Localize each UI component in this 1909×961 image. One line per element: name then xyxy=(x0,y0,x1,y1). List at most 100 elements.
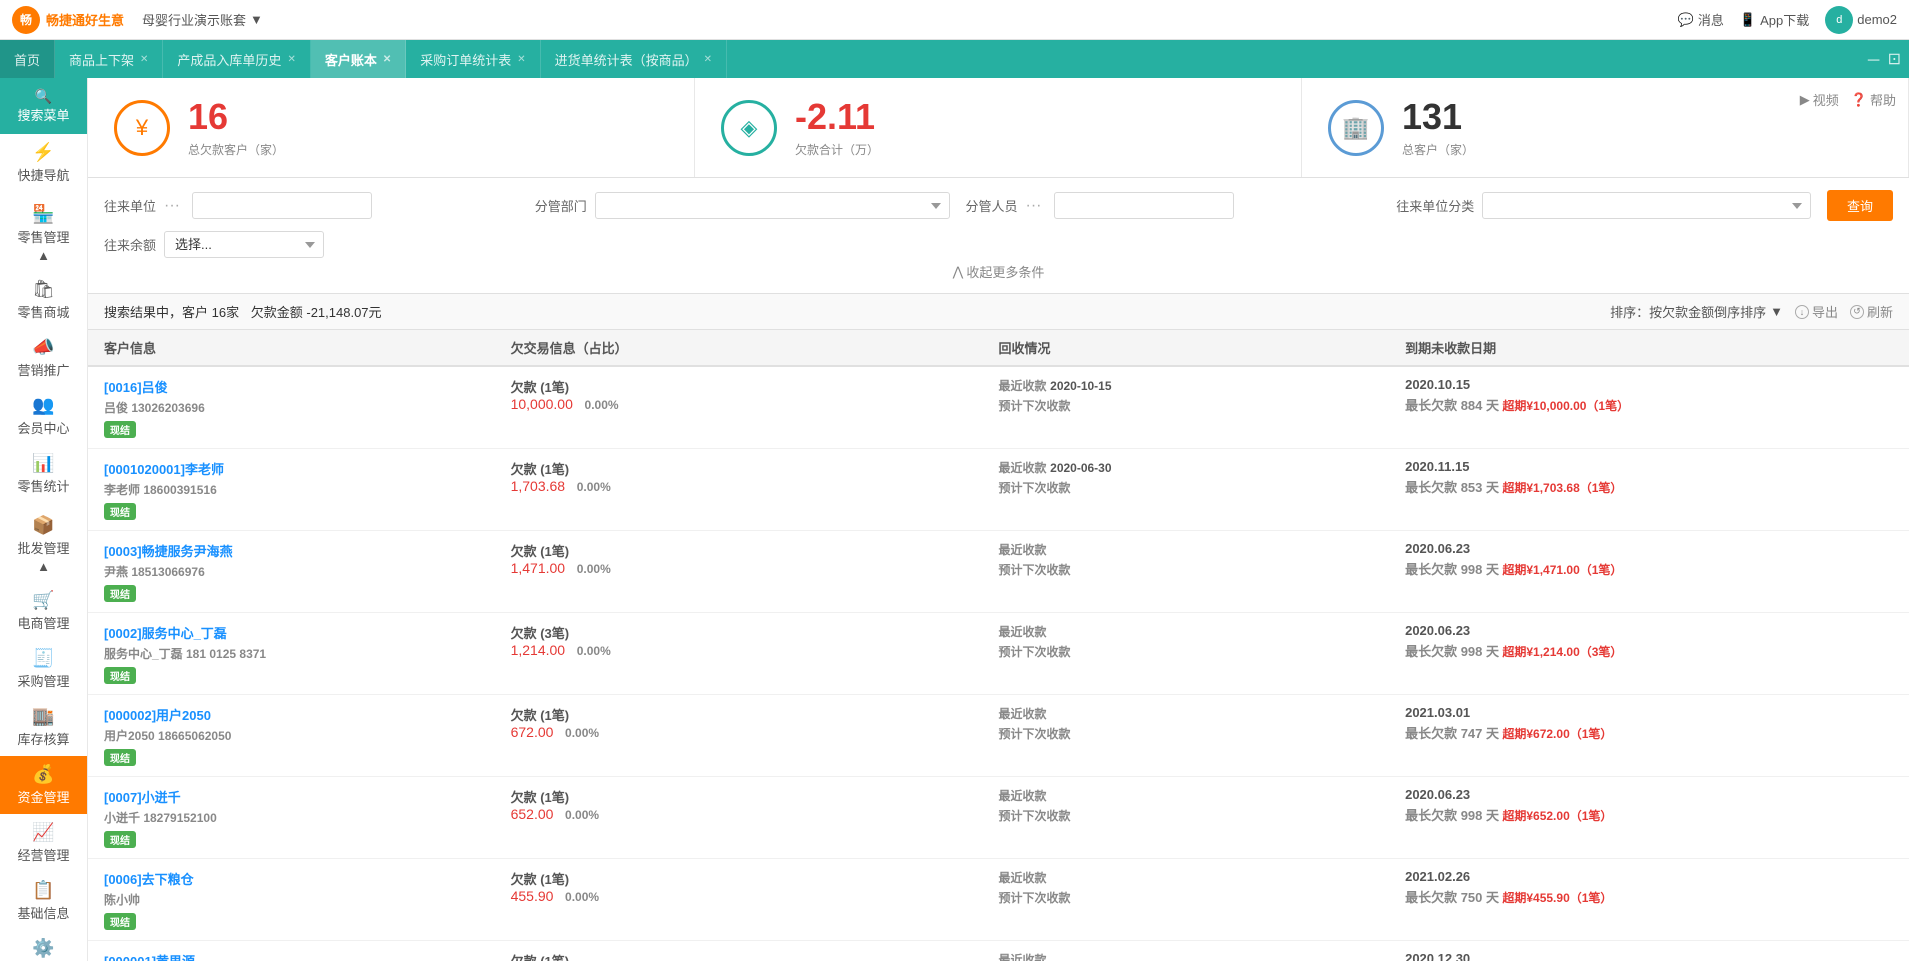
minimize-icon[interactable]: － xyxy=(1866,47,1882,71)
tab-close-icon[interactable]: ✕ xyxy=(704,54,712,65)
sidebar-item-operations[interactable]: 📈 经营管理 xyxy=(0,814,87,872)
sidebar-retail-label: 零售管理 xyxy=(17,227,69,246)
col-header-expire: 到期未收款日期 xyxy=(1405,338,1893,357)
expire-date-5: 2020.06.23 xyxy=(1405,787,1893,802)
filter-row-2: 往来余额 选择... xyxy=(104,231,1893,258)
sidebar-retail-stats-label: 零售统计 xyxy=(17,476,69,495)
total-customers-label: 总客户（家） xyxy=(1402,141,1474,158)
help-button[interactable]: ❓ 帮助 xyxy=(1851,90,1896,109)
sidebar-item-marketing[interactable]: 📣 营销推广 xyxy=(0,329,87,387)
collapse-button[interactable]: ⋀ 收起更多条件 xyxy=(953,262,1045,281)
sidebar-mall-label: 零售商城 xyxy=(17,302,69,321)
tab-stock-stats[interactable]: 进货单统计表（按商品） ✕ xyxy=(541,40,727,78)
sidebar-search[interactable]: 🔍 搜索菜单 xyxy=(0,78,87,134)
video-button[interactable]: ▶ 视频 xyxy=(1800,90,1839,109)
debt-total-label: 欠款合计（万） xyxy=(795,141,879,158)
finance-icon: 💰 xyxy=(32,764,54,785)
expire-link-2[interactable]: 超期¥1,471.00（1笔） xyxy=(1502,563,1622,577)
sidebar-item-member-center[interactable]: 👥 会员中心 xyxy=(0,387,87,445)
debt-amount-4: 672.00 xyxy=(511,724,554,740)
marketing-icon: 📣 xyxy=(32,337,54,358)
expire-info-4: 2021.03.01 最长欠款 747 天 超期¥672.00（1笔） xyxy=(1405,705,1893,742)
sidebar-item-retail-mgmt[interactable]: 🏪 零售管理 ▲ xyxy=(0,196,87,271)
expire-link-1[interactable]: 超期¥1,703.68（1笔） xyxy=(1502,481,1622,495)
tab-bar-end: － ⊡ xyxy=(1858,40,1909,78)
tab-close-icon[interactable]: ✕ xyxy=(140,54,148,65)
expire-link-0[interactable]: 超期¥10,000.00（1笔） xyxy=(1502,399,1629,413)
tab-close-icon[interactable]: ✕ xyxy=(287,54,295,65)
retail-icon: 🏪 xyxy=(32,204,54,225)
base-info-icon: 📋 xyxy=(32,880,54,901)
customer-info-7: [000001]黄思源 黄思源 13552700226 现结 xyxy=(104,951,511,961)
collect-info-4: 最近收款 预计下次收款 xyxy=(999,705,1406,742)
debt-amount-2: 1,471.00 xyxy=(511,560,566,576)
customer-name-2[interactable]: [0003]畅捷服务尹海燕 xyxy=(104,544,233,559)
table-row: [0016]吕俊 吕俊 13026203696 现结 欠款 (1笔) 10,00… xyxy=(88,367,1909,449)
sidebar-item-ecommerce[interactable]: 🛒 电商管理 xyxy=(0,582,87,640)
person-dots-icon[interactable]: ··· xyxy=(1026,197,1042,215)
filter-category-select[interactable] xyxy=(1482,192,1811,219)
search-button[interactable]: 查询 xyxy=(1827,190,1893,221)
debt-amount-1: 1,703.68 xyxy=(511,478,566,494)
filter-field-person: 分管人员 ··· xyxy=(966,192,1381,219)
refresh-button[interactable]: ↺ 刷新 xyxy=(1850,302,1893,321)
message-button[interactable]: 💬 消息 xyxy=(1678,10,1724,29)
customer-name-6[interactable]: [0006]去下粮仓 xyxy=(104,872,194,887)
sidebar-item-system[interactable]: ⚙️ 系统管理 xyxy=(0,930,87,961)
sidebar-item-retail-stats[interactable]: 📊 零售统计 xyxy=(0,445,87,503)
stat-info-3: 131 总客户（家） xyxy=(1402,97,1474,158)
tab-purchase-stats[interactable]: 采购订单统计表 ✕ xyxy=(406,40,540,78)
message-icon: 💬 xyxy=(1678,12,1694,28)
customer-name-0[interactable]: [0016]吕俊 xyxy=(104,380,168,395)
company-selector[interactable]: 母婴行业演示账套 ▼ xyxy=(142,10,263,29)
result-info: 搜索结果中，客户 16家 欠款金额 -21,148.07元 xyxy=(104,302,382,321)
expire-link-6[interactable]: 超期¥455.90（1笔） xyxy=(1502,891,1612,905)
debtor-count-number: 16 xyxy=(188,97,284,137)
filter-person-input[interactable] xyxy=(1054,192,1234,219)
sidebar-item-base-info[interactable]: 📋 基础信息 xyxy=(0,872,87,930)
maximize-icon[interactable]: ⊡ xyxy=(1888,49,1901,69)
app-download-button[interactable]: 📱 App下载 xyxy=(1740,10,1809,29)
filter-partner-input[interactable] xyxy=(192,192,372,219)
tab-production-history[interactable]: 产成品入库单历史 ✕ xyxy=(163,40,310,78)
user-profile[interactable]: d demo2 xyxy=(1825,6,1897,34)
partner-dots-icon[interactable]: ··· xyxy=(164,197,180,215)
expire-link-5[interactable]: 超期¥652.00（1笔） xyxy=(1502,809,1612,823)
customer-name-3[interactable]: [0002]服务中心_丁磊 xyxy=(104,626,227,641)
filter-balance-select[interactable]: 选择... xyxy=(164,231,324,258)
debt-info-1: 欠款 (1笔) 1,703.68 0.00% xyxy=(511,459,999,494)
export-button[interactable]: ↓ 导出 xyxy=(1795,302,1838,321)
sidebar-item-finance[interactable]: 💰 资金管理 xyxy=(0,756,87,814)
debt-info-6: 欠款 (1笔) 455.90 0.00% xyxy=(511,869,999,904)
debt-label-6: 欠款 (1笔) xyxy=(511,869,999,888)
stat-card-debtor-count: ¥ 16 总欠款客户（家） xyxy=(88,78,695,177)
next-collect-0: 预计下次收款 xyxy=(999,397,1406,414)
tab-home[interactable]: 首页 xyxy=(0,40,55,78)
sidebar-item-wholesale[interactable]: 📦 批发管理 ▲ xyxy=(0,507,87,582)
expire-link-3[interactable]: 超期¥1,214.00（3笔） xyxy=(1502,645,1622,659)
filter-dept-select[interactable] xyxy=(595,192,950,219)
sidebar-item-inventory[interactable]: 🏬 库存核算 xyxy=(0,698,87,756)
expire-detail-1: 最长欠款 853 天 超期¥1,703.68（1笔） xyxy=(1405,477,1893,496)
customer-contact-5: 小迸千 18279152100 xyxy=(104,809,511,826)
sidebar-item-purchase[interactable]: 🧾 采购管理 xyxy=(0,640,87,698)
sidebar-item-retail-mall[interactable]: 🛍 零售商城 xyxy=(0,271,87,329)
debt-label-3: 欠款 (3笔) xyxy=(511,623,999,642)
customer-name-7[interactable]: [000001]黄思源 xyxy=(104,954,195,961)
tab-close-icon[interactable]: ✕ xyxy=(383,54,391,65)
tab-close-icon[interactable]: ✕ xyxy=(517,54,525,65)
top-bar: 畅 畅捷通好生意 母婴行业演示账套 ▼ 💬 消息 📱 App下载 d demo2 xyxy=(0,0,1909,40)
tab-customer-account[interactable]: 客户账本 ✕ xyxy=(311,40,406,78)
sort-selector[interactable]: 排序：按欠款金额倒序排序 ▼ xyxy=(1610,302,1783,321)
expire-date-7: 2020.12.30 xyxy=(1405,951,1893,961)
customer-name-1[interactable]: [0001020001]李老师 xyxy=(104,462,224,477)
expire-link-4[interactable]: 超期¥672.00（1笔） xyxy=(1502,727,1612,741)
debt-info-3: 欠款 (3笔) 1,214.00 0.00% xyxy=(511,623,999,658)
customer-name-4[interactable]: [000002]用户2050 xyxy=(104,708,211,723)
collect-label-2: 最近收款 xyxy=(999,543,1047,557)
stat-circle-1: ¥ xyxy=(114,100,170,156)
tab-product-listing[interactable]: 商品上下架 ✕ xyxy=(55,40,163,78)
sidebar-item-quick-nav[interactable]: ⚡ 快捷导航 xyxy=(0,134,87,192)
customer-name-5[interactable]: [0007]小迸千 xyxy=(104,790,181,805)
customer-info-2: [0003]畅捷服务尹海燕 尹燕 18513066976 现结 xyxy=(104,541,511,602)
